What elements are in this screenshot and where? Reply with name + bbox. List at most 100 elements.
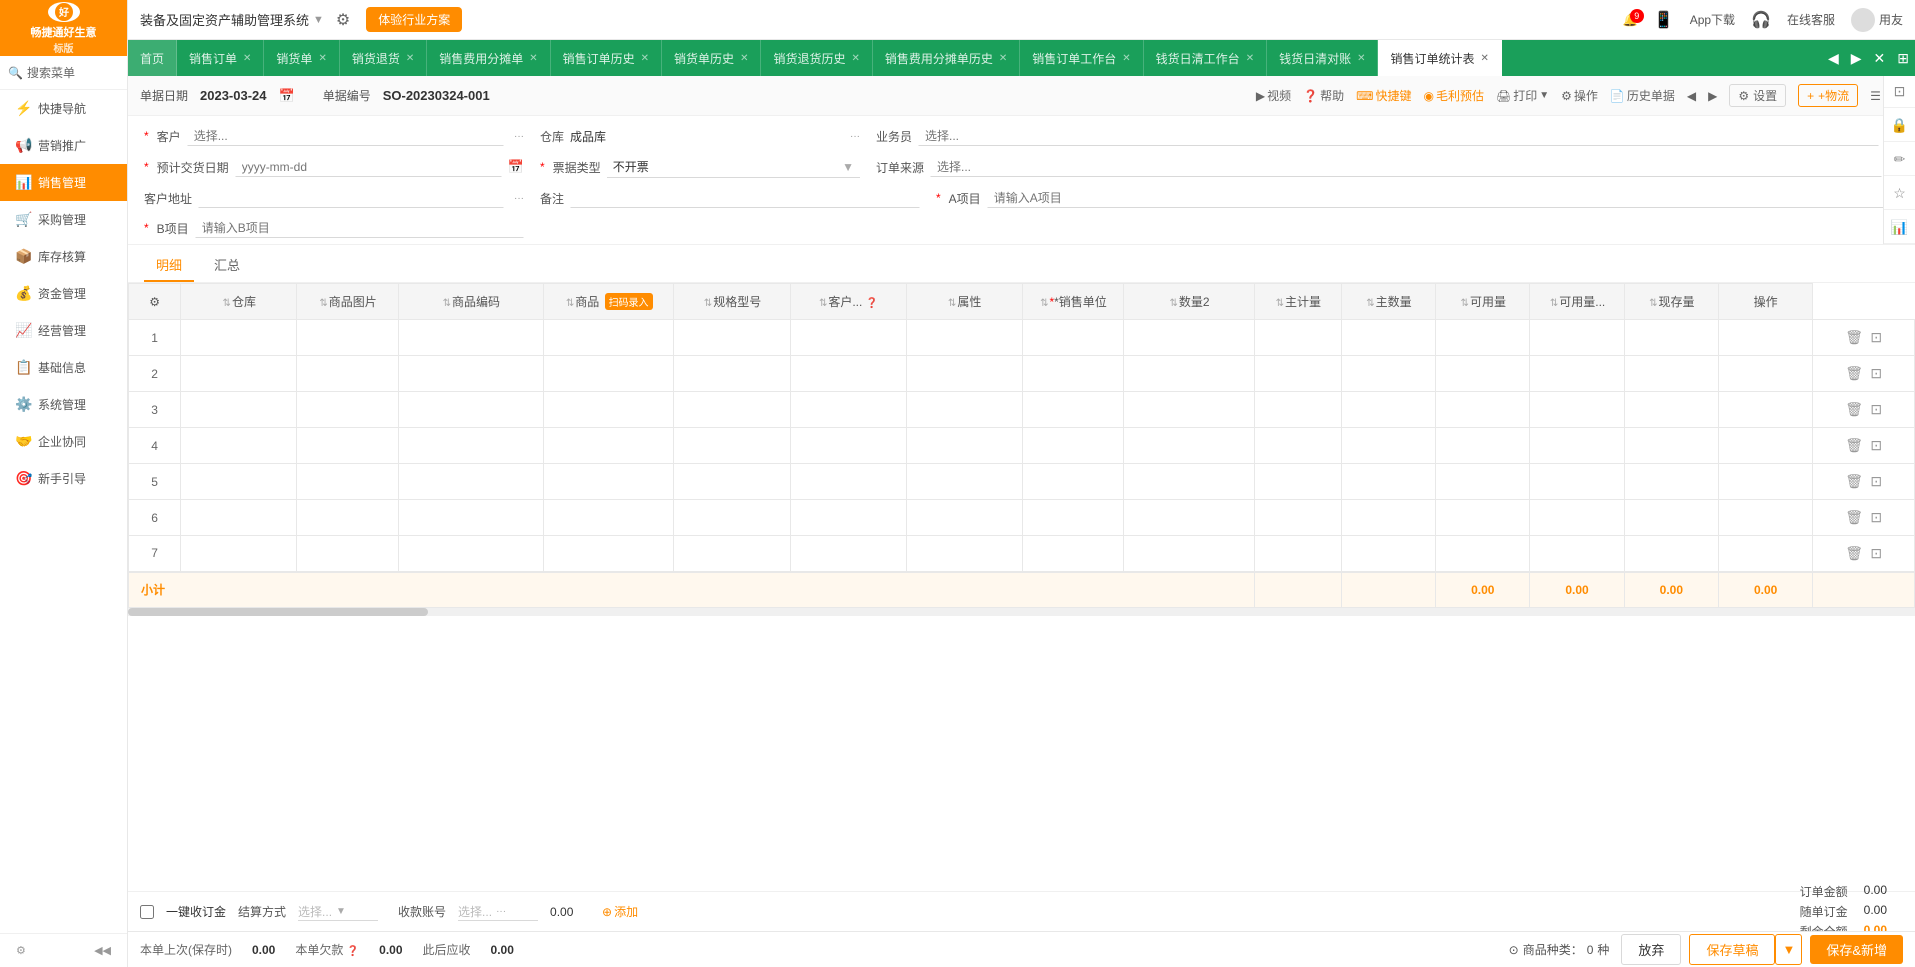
delete-row-icon[interactable]: 🗑: [1845, 509, 1863, 525]
shortcut-btn[interactable]: ⌨ 快捷键: [1356, 87, 1411, 104]
sidebar-item-basic-info[interactable]: 📋 基础信息: [0, 349, 127, 386]
warehouse-more-icon[interactable]: ···: [850, 131, 860, 142]
right-panel-icon-2[interactable]: 🔒: [1884, 110, 1915, 142]
tab-expand-btn[interactable]: ⊞: [1891, 50, 1915, 67]
layout-list-icon[interactable]: ☰: [1870, 89, 1881, 103]
view-video-btn[interactable]: ▶ 视频: [1256, 87, 1291, 104]
settings-button[interactable]: ⚙ 设置: [1729, 84, 1786, 107]
remark-input[interactable]: [570, 188, 920, 208]
delete-row-icon[interactable]: 🗑: [1845, 401, 1863, 417]
tab-close-icon[interactable]: ✕: [1122, 53, 1130, 64]
order-source-input[interactable]: [930, 157, 1882, 177]
print-btn[interactable]: 🖨 打印 ▼: [1496, 87, 1549, 104]
tab-close-icon[interactable]: ✕: [999, 53, 1007, 64]
tab-close-icon[interactable]: ✕: [851, 53, 859, 64]
sidebar-item-sales[interactable]: 📊 销售管理: [0, 164, 127, 201]
invoice-type-select[interactable]: 不开票 ▼: [607, 156, 860, 178]
method-placeholder[interactable]: 选择...: [298, 903, 332, 920]
sidebar-item-system[interactable]: ⚙️ 系统管理: [0, 386, 127, 423]
right-panel-icon-5[interactable]: 📊: [1884, 212, 1915, 244]
col-code-header[interactable]: ⇅商品编码: [398, 284, 543, 320]
profit-btn[interactable]: ◉ 毛利预估: [1423, 87, 1484, 104]
delete-row-icon[interactable]: 🗑: [1845, 365, 1863, 381]
tab-close-icon[interactable]: ✕: [1246, 53, 1254, 64]
online-service-label[interactable]: 在线客服: [1787, 11, 1835, 28]
user-menu[interactable]: 用友: [1851, 8, 1903, 32]
nav-prev-icon[interactable]: ◀: [1687, 89, 1696, 103]
staff-input[interactable]: [918, 126, 1879, 146]
tab-fee-history[interactable]: 销售费用分摊单历史 ✕: [873, 40, 1020, 76]
col-spec-header[interactable]: ⇅规格型号: [674, 284, 790, 320]
col-stock-header[interactable]: ⇅现存量: [1624, 284, 1718, 320]
save-draft-dropdown-button[interactable]: ▼: [1775, 934, 1802, 965]
payment-add-button[interactable]: ⊕ 添加: [602, 903, 638, 920]
delete-row-icon[interactable]: 🗑: [1845, 545, 1863, 561]
settings-icon[interactable]: ⚙: [336, 10, 350, 30]
col-avail2-header[interactable]: ⇅可用量...: [1530, 284, 1624, 320]
tab-detail[interactable]: 明细: [144, 251, 194, 282]
sidebar-item-guide[interactable]: 🎯 新手引导: [0, 460, 127, 497]
tab-daily-workbench[interactable]: 钱货日清工作台 ✕: [1144, 40, 1267, 76]
sidebar-item-purchase[interactable]: 🛒 采购管理: [0, 201, 127, 238]
copy-row-icon[interactable]: ⊡: [1870, 545, 1882, 561]
system-title-dropdown-icon[interactable]: ▼: [313, 14, 324, 26]
tab-prev-btn[interactable]: ◀: [1822, 50, 1845, 67]
tab-order-history[interactable]: 销售订单历史 ✕: [551, 40, 662, 76]
one-click-checkbox[interactable]: [140, 905, 154, 919]
delete-row-icon[interactable]: 🗑: [1845, 473, 1863, 489]
add-goods-button[interactable]: + +物流: [1798, 84, 1858, 107]
customer-input[interactable]: [187, 126, 504, 146]
copy-row-icon[interactable]: ⊡: [1870, 437, 1882, 453]
col-settings-header[interactable]: ⚙: [129, 284, 181, 320]
tab-order-stats[interactable]: 销售订单统计表 ✕: [1378, 40, 1501, 76]
col-customer-code-header[interactable]: ⇅客户... ❓: [790, 284, 906, 320]
solution-button[interactable]: 体验行业方案: [366, 7, 462, 32]
customer-address-input[interactable]: [198, 188, 504, 208]
tab-invoice-history[interactable]: 销货单历史 ✕: [662, 40, 761, 76]
sidebar-item-inventory[interactable]: 📦 库存核算: [0, 238, 127, 275]
col-qty2-header[interactable]: ⇅数量2: [1124, 284, 1255, 320]
copy-row-icon[interactable]: ⊡: [1870, 509, 1882, 525]
history-btn[interactable]: 📄 历史单据: [1610, 87, 1675, 104]
operate-btn[interactable]: ⚙ 操作: [1561, 87, 1598, 104]
delivery-date-input[interactable]: [235, 157, 502, 177]
horizontal-scrollbar[interactable]: [128, 608, 1915, 616]
search-menu[interactable]: 🔍 搜索菜单: [0, 56, 127, 90]
app-download-label[interactable]: App下载: [1690, 11, 1735, 28]
col-main-qty-header[interactable]: ⇅主数量: [1341, 284, 1435, 320]
save-draft-button[interactable]: 保存草稿: [1689, 934, 1775, 965]
col-main-unit-header[interactable]: ⇅主计量: [1254, 284, 1341, 320]
tab-order-workbench[interactable]: 销售订单工作台 ✕: [1020, 40, 1143, 76]
save-new-button[interactable]: 保存&新增: [1810, 935, 1903, 964]
delete-row-icon[interactable]: 🗑: [1845, 437, 1863, 453]
scan-button[interactable]: 扫码录入: [605, 293, 653, 310]
col-avail-header[interactable]: ⇅可用量: [1436, 284, 1530, 320]
discard-button[interactable]: 放弃: [1621, 934, 1681, 965]
delete-row-icon[interactable]: 🗑: [1845, 329, 1863, 345]
copy-row-icon[interactable]: ⊡: [1870, 365, 1882, 381]
tab-close-icon[interactable]: ✕: [243, 53, 251, 64]
tab-close-icon[interactable]: ✕: [318, 53, 326, 64]
copy-row-icon[interactable]: ⊡: [1870, 329, 1882, 345]
col-unit-header[interactable]: ⇅**销售单位: [1022, 284, 1124, 320]
settings-bottom-icon[interactable]: ⚙: [16, 944, 26, 957]
tab-close-all-btn[interactable]: ✕: [1868, 50, 1892, 67]
tab-close-icon[interactable]: ✕: [406, 53, 414, 64]
b-project-input[interactable]: [195, 218, 524, 238]
tab-sales-invoice[interactable]: 销货单 ✕: [264, 40, 339, 76]
customer-more-icon[interactable]: ···: [514, 131, 524, 142]
tab-close-icon[interactable]: ✕: [641, 53, 649, 64]
sidebar-item-marketing[interactable]: 📢 营销推广: [0, 127, 127, 164]
sidebar-item-operations[interactable]: 📈 经营管理: [0, 312, 127, 349]
tab-summary[interactable]: 汇总: [202, 251, 252, 282]
help-btn[interactable]: ❓ 帮助: [1303, 87, 1344, 104]
tab-next-btn[interactable]: ▶: [1845, 50, 1868, 67]
col-name-header[interactable]: ⇅商品 扫码录入: [543, 284, 674, 320]
tab-return-history[interactable]: 销货退货历史 ✕: [761, 40, 872, 76]
tab-sales-order[interactable]: 销售订单 ✕: [177, 40, 264, 76]
account-more-icon[interactable]: ···: [496, 906, 506, 917]
collapse-sidebar-icon[interactable]: ◀◀: [94, 944, 111, 957]
sidebar-item-finance[interactable]: 💰 资金管理: [0, 275, 127, 312]
right-panel-icon-1[interactable]: ⊡: [1884, 76, 1915, 108]
sidebar-item-cooperation[interactable]: 🤝 企业协同: [0, 423, 127, 460]
